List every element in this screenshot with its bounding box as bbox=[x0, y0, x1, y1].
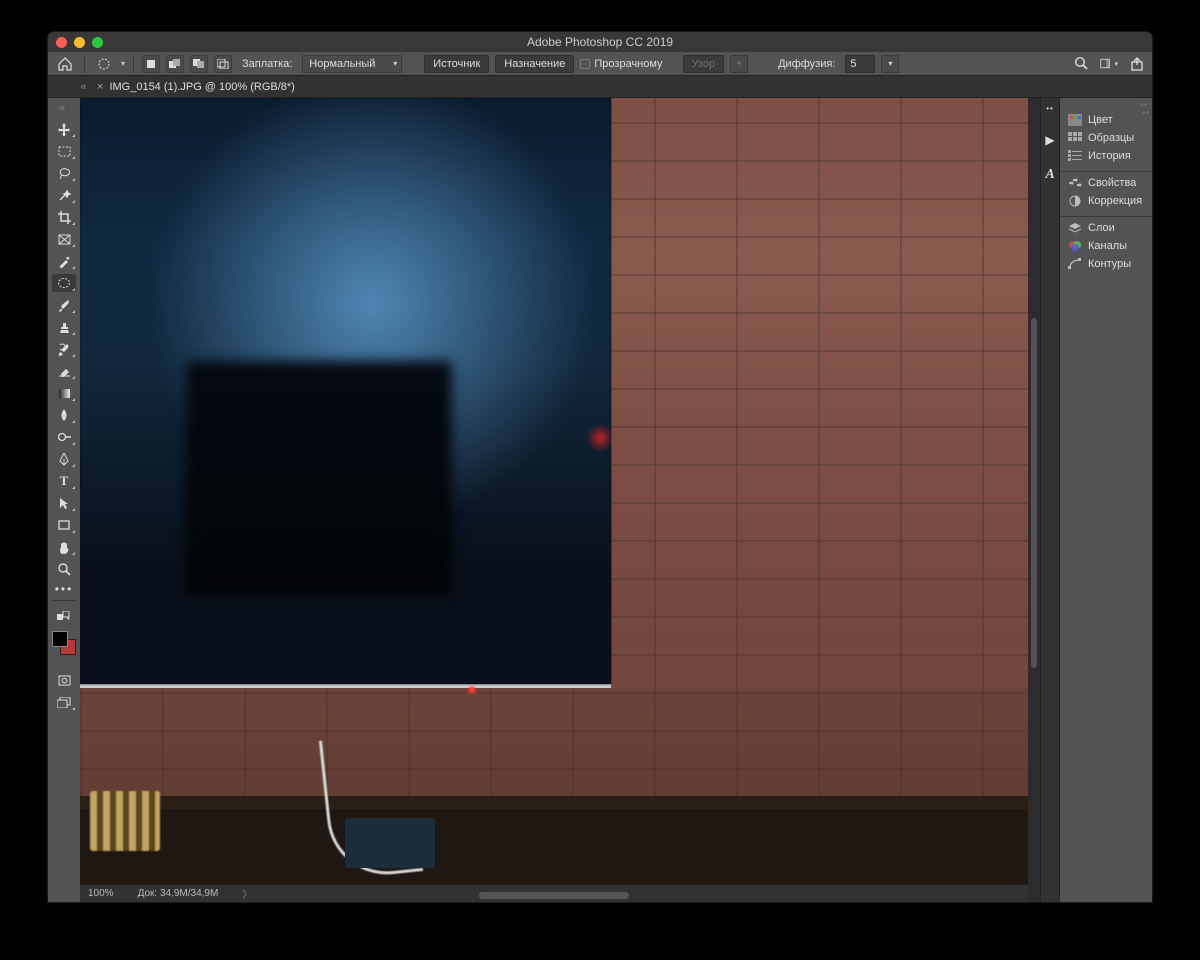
panel-tab-swatches[interactable]: Образцы bbox=[1060, 129, 1152, 147]
panel-group-color: Цвет Образцы История bbox=[1060, 109, 1152, 172]
panel-tab-color[interactable]: Цвет bbox=[1060, 111, 1152, 129]
options-bar: ▾ Заплатка: Нормальный Источник Назначен… bbox=[48, 52, 1152, 76]
blur-tool[interactable] bbox=[52, 406, 76, 424]
patch-tool[interactable] bbox=[52, 274, 76, 292]
status-menu-chevron[interactable]: 〉 bbox=[242, 886, 252, 901]
actions-panel-icon[interactable]: ▶ bbox=[1045, 133, 1054, 147]
share-button[interactable] bbox=[1128, 55, 1146, 73]
selection-add-button[interactable] bbox=[166, 55, 184, 73]
shape-tool[interactable] bbox=[52, 516, 76, 534]
panel-group-properties: Свойства Коррекция bbox=[1060, 172, 1152, 217]
pattern-button: Узор bbox=[683, 55, 725, 73]
status-bar: 100% Док: 34,9M/34,9M 〉 bbox=[80, 884, 1028, 902]
toolbar-collapse[interactable]: « bbox=[59, 102, 66, 114]
patch-mode-select[interactable]: Нормальный bbox=[302, 55, 402, 73]
selection-subtract-button[interactable] bbox=[190, 55, 208, 73]
gradient-tool[interactable] bbox=[52, 384, 76, 402]
zoom-tool[interactable] bbox=[52, 560, 76, 578]
collapsed-panel-strip: •• ▶ A bbox=[1040, 98, 1060, 902]
workspace-body: « T ••• bbox=[48, 98, 1152, 902]
vertical-scrollbar-track[interactable] bbox=[1028, 98, 1040, 902]
foreground-color[interactable] bbox=[52, 631, 68, 647]
tool-preset-chevron[interactable]: ▾ bbox=[121, 59, 125, 68]
diffusion-label: Диффузия: bbox=[778, 58, 835, 70]
frame-tool[interactable] bbox=[52, 230, 76, 248]
home-button[interactable] bbox=[54, 55, 76, 73]
history-brush-tool[interactable] bbox=[52, 340, 76, 358]
type-tool[interactable]: T bbox=[52, 472, 76, 490]
close-tab-icon[interactable]: × bbox=[97, 81, 103, 93]
document-tab-bar: « ×IMG_0154 (1).JPG @ 100% (RGB/8*) bbox=[48, 76, 1152, 98]
eyedropper-tool[interactable] bbox=[52, 252, 76, 270]
color-swatches[interactable] bbox=[52, 631, 76, 655]
panel-dock: •• Цвет Образцы История Свойства Коррекц… bbox=[1060, 98, 1152, 902]
panel-tab-channels[interactable]: Каналы bbox=[1060, 237, 1152, 255]
brush-tool[interactable] bbox=[52, 296, 76, 314]
move-tool[interactable] bbox=[52, 120, 76, 138]
magic-wand-tool[interactable] bbox=[52, 186, 76, 204]
crop-tool[interactable] bbox=[52, 208, 76, 226]
pen-tool[interactable] bbox=[52, 450, 76, 468]
document-tab[interactable]: ×IMG_0154 (1).JPG @ 100% (RGB/8*) bbox=[91, 81, 301, 93]
window-controls bbox=[56, 37, 103, 48]
panel-tab-adjustments[interactable]: Коррекция bbox=[1060, 192, 1152, 210]
quick-mask-toggle[interactable] bbox=[52, 671, 76, 689]
vertical-scrollbar-thumb[interactable] bbox=[1031, 318, 1037, 668]
panel-group-layers: Слои Каналы Контуры bbox=[1060, 217, 1152, 279]
titlebar: Adobe Photoshop CC 2019 bbox=[48, 32, 1152, 52]
patch-label: Заплатка: bbox=[242, 58, 292, 70]
horizontal-scrollbar[interactable] bbox=[479, 892, 629, 899]
pattern-picker: ▾ bbox=[730, 55, 748, 73]
source-button[interactable]: Источник bbox=[424, 55, 489, 73]
panel-tab-layers[interactable]: Слои bbox=[1060, 219, 1152, 237]
app-window: Adobe Photoshop CC 2019 ▾ Заплатка: Норм… bbox=[48, 32, 1152, 902]
destination-button[interactable]: Назначение bbox=[495, 55, 574, 73]
marquee-tool[interactable] bbox=[52, 142, 76, 160]
hand-tool[interactable] bbox=[52, 538, 76, 556]
checkbox-icon bbox=[580, 59, 590, 69]
diffusion-input[interactable]: 5 bbox=[845, 55, 875, 73]
canvas[interactable] bbox=[80, 98, 1028, 884]
path-select-tool[interactable] bbox=[52, 494, 76, 512]
eraser-tool[interactable] bbox=[52, 362, 76, 380]
zoom-level[interactable]: 100% bbox=[88, 888, 114, 899]
transparent-checkbox[interactable]: Прозрачному bbox=[580, 58, 662, 70]
gripper-icon: •• bbox=[1142, 108, 1150, 117]
document-area: 100% Док: 34,9M/34,9M 〉 bbox=[80, 98, 1028, 902]
search-button[interactable] bbox=[1072, 55, 1090, 73]
toggle-colors[interactable] bbox=[52, 607, 76, 625]
window-title: Adobe Photoshop CC 2019 bbox=[48, 35, 1152, 49]
panel-tab-history[interactable]: История bbox=[1060, 147, 1152, 165]
current-tool-icon[interactable] bbox=[93, 55, 115, 73]
clone-stamp-tool[interactable] bbox=[52, 318, 76, 336]
zoom-window-button[interactable] bbox=[92, 37, 103, 48]
selection-new-button[interactable] bbox=[142, 55, 160, 73]
character-panel-icon[interactable]: A bbox=[1045, 167, 1054, 183]
minimize-window-button[interactable] bbox=[74, 37, 85, 48]
doc-size[interactable]: Док: 34,9M/34,9M bbox=[138, 888, 219, 899]
image-content bbox=[80, 98, 1028, 884]
screen-mode-toggle[interactable] bbox=[52, 693, 76, 711]
selection-intersect-button[interactable] bbox=[214, 55, 232, 73]
dodge-tool[interactable] bbox=[52, 428, 76, 446]
diffusion-stepper[interactable]: ▾ bbox=[881, 55, 899, 73]
workspace-picker[interactable]: ▾ bbox=[1100, 55, 1118, 73]
tools-panel: « T ••• bbox=[48, 98, 80, 902]
panel-tab-paths[interactable]: Контуры bbox=[1060, 255, 1152, 273]
tab-strip-toggle[interactable]: « bbox=[80, 81, 87, 93]
edit-toolbar-button[interactable]: ••• bbox=[55, 582, 74, 594]
panel-tab-properties[interactable]: Свойства bbox=[1060, 174, 1152, 192]
lasso-tool[interactable] bbox=[52, 164, 76, 182]
close-window-button[interactable] bbox=[56, 37, 67, 48]
